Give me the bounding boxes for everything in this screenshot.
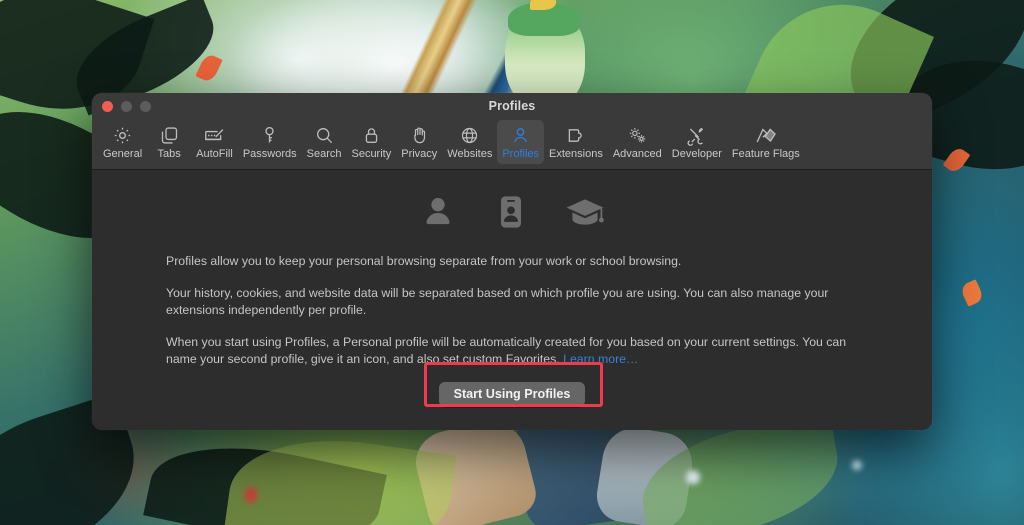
puzzle-piece-icon (565, 123, 586, 147)
profile-icon-row (92, 170, 932, 237)
tab-profiles[interactable]: Profiles (497, 120, 545, 164)
paragraph-3: When you start using Profiles, a Persona… (166, 334, 858, 368)
tab-passwords[interactable]: Passwords (238, 120, 302, 164)
paragraph-3-text: When you start using Profiles, a Persona… (166, 335, 847, 366)
tab-label: Passwords (242, 148, 297, 160)
person-icon (418, 192, 458, 237)
tab-label: Websites (447, 148, 493, 160)
start-using-profiles-button[interactable]: Start Using Profiles (438, 382, 586, 407)
tab-feature-flags[interactable]: Feature Flags (727, 120, 805, 164)
zoom-button[interactable] (140, 100, 151, 112)
person-icon (510, 123, 531, 147)
tab-tabs[interactable]: Tabs (147, 120, 191, 164)
gears-icon (626, 123, 649, 147)
tabs-icon (159, 123, 180, 147)
tools-icon (686, 123, 707, 147)
tab-label: Developer (671, 148, 722, 160)
tab-autofill[interactable]: AutoFill (191, 120, 238, 164)
lock-icon (361, 123, 382, 147)
window-titlebar: Profiles (92, 93, 932, 119)
tab-security[interactable]: Security (346, 120, 396, 164)
gear-icon (112, 123, 133, 147)
window-title: Profiles (488, 99, 536, 113)
wallpaper-leaf-green (223, 425, 457, 525)
learn-more-link[interactable]: Learn more… (563, 352, 638, 366)
tab-label: Profiles (502, 148, 540, 160)
tab-label: Security (351, 148, 392, 160)
autofill-icon (203, 123, 226, 147)
id-card-icon (491, 192, 531, 237)
flags-icon (753, 123, 778, 147)
wallpaper-sparkle (245, 487, 257, 503)
magnifier-icon (314, 123, 335, 147)
window-controls (102, 93, 151, 119)
profiles-description: Profiles allow you to keep your personal… (92, 237, 932, 368)
tab-privacy[interactable]: Privacy (396, 120, 442, 164)
wallpaper-petal (959, 279, 985, 307)
tab-label: Search (306, 148, 342, 160)
graduation-cap-icon (564, 192, 606, 237)
paragraph-2: Your history, cookies, and website data … (166, 286, 829, 317)
close-button[interactable] (102, 100, 113, 112)
profiles-pane: Profiles allow you to keep your personal… (92, 170, 932, 429)
start-button-row: Start Using Profiles (92, 382, 932, 407)
tab-label: Feature Flags (731, 148, 800, 160)
settings-toolbar: General Tabs AutoFill Passwords Search S… (92, 119, 932, 170)
wallpaper-sparkle (686, 470, 700, 484)
wallpaper-sprite-hat (508, 2, 580, 36)
tab-label: Advanced (612, 148, 662, 160)
settings-window: Profiles General Tabs AutoFill Passwords… (92, 93, 932, 430)
tab-label: Tabs (157, 148, 181, 160)
tab-advanced[interactable]: Advanced (608, 120, 667, 164)
wallpaper-sparkle (852, 460, 862, 470)
minimize-button[interactable] (121, 100, 132, 112)
tab-label: Extensions (549, 148, 603, 160)
tab-label: Privacy (401, 148, 438, 160)
globe-icon (459, 123, 480, 147)
paragraph-1: Profiles allow you to keep your personal… (166, 254, 682, 268)
tab-search[interactable]: Search (302, 120, 347, 164)
tab-websites[interactable]: Websites (442, 120, 497, 164)
hand-icon (409, 123, 430, 147)
tab-developer[interactable]: Developer (667, 120, 727, 164)
tab-extensions[interactable]: Extensions (544, 120, 608, 164)
tab-label: AutoFill (196, 148, 233, 160)
wallpaper-sprite-bow (530, 0, 556, 10)
tab-label: General (103, 148, 143, 160)
wallpaper-leaf-green (632, 413, 848, 525)
tab-general[interactable]: General (98, 120, 147, 164)
key-icon (259, 123, 280, 147)
